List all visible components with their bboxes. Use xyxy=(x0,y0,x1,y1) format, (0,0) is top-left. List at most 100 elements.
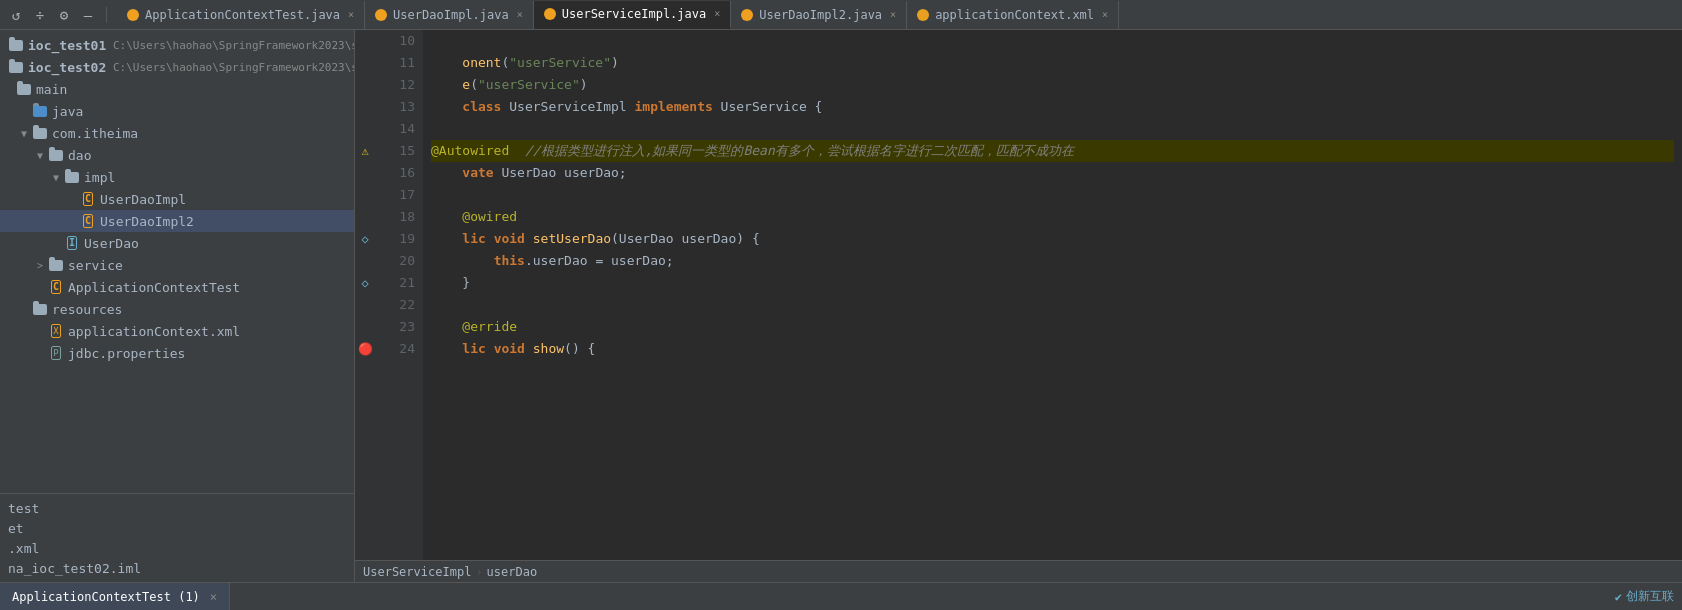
breadcrumb-item[interactable]: UserServiceImpl xyxy=(363,565,471,579)
sidebar-tree-item[interactable]: java xyxy=(0,100,354,122)
line-number: 18 xyxy=(375,206,415,228)
gutter-cell xyxy=(355,30,375,52)
code-line xyxy=(431,30,1674,52)
xml-file-icon xyxy=(917,9,929,21)
gutter-cell xyxy=(355,294,375,316)
sidebar-project-item[interactable]: ioc_test02 C:\Users\haohao\SpringFramewo… xyxy=(0,56,354,78)
tree-item-label: UserDao xyxy=(84,236,139,251)
line-number: 10 xyxy=(375,30,415,52)
token-annotation: @Autowired xyxy=(431,143,509,158)
tree-item-label: UserDaoImpl2 xyxy=(100,214,194,229)
token-kw: lic xyxy=(431,231,486,246)
sidebar-tree-item[interactable]: ▼impl xyxy=(0,166,354,188)
sidebar-tree-item[interactable]: XapplicationContext.xml xyxy=(0,320,354,342)
tab-close-button[interactable]: × xyxy=(890,9,896,20)
bottom-label: et xyxy=(8,521,24,536)
tab-close-button[interactable]: × xyxy=(1102,9,1108,20)
project-path: C:\Users\haohao\SpringFramework2023\s xyxy=(106,39,354,52)
line-number: 11 xyxy=(375,52,415,74)
token-normal xyxy=(525,231,533,246)
folder-icon xyxy=(8,38,24,52)
token-normal: ) xyxy=(580,77,588,92)
sidebar-tree-item[interactable]: CUserDaoImpl xyxy=(0,188,354,210)
token-normal xyxy=(431,99,462,114)
gutter-col: ⚠◇◇🔴 xyxy=(355,30,375,560)
line-number: 20 xyxy=(375,250,415,272)
token-annotation: @owired xyxy=(431,209,517,224)
token-normal: UserServiceImpl xyxy=(501,99,634,114)
java-file-icon xyxy=(741,9,753,21)
sidebar-tree-item[interactable]: CUserDaoImpl2 xyxy=(0,210,354,232)
sidebar-bottom-item: test xyxy=(8,498,346,518)
token-normal xyxy=(525,341,533,356)
java-file-icon xyxy=(375,9,387,21)
line-number: 15 xyxy=(375,140,415,162)
split-icon[interactable]: ÷ xyxy=(32,7,48,23)
tab-close-button[interactable]: × xyxy=(714,8,720,19)
code-line: lic void setUserDao(UserDao userDao) { xyxy=(431,228,1674,250)
token-str: "userService" xyxy=(478,77,580,92)
bottom-tab-close[interactable]: × xyxy=(210,590,217,604)
sidebar-tree-item[interactable]: main xyxy=(0,78,354,100)
sidebar-tree-item[interactable]: ▼com.itheima xyxy=(0,122,354,144)
tab-tab-userserviceimpl[interactable]: UserServiceImpl.java × xyxy=(534,1,732,29)
sidebar-bottom: test et .xml na_ioc_test02.iml xyxy=(0,493,354,582)
bottom-label: .xml xyxy=(8,541,39,556)
token-kw: class xyxy=(462,99,501,114)
sidebar-project-item[interactable]: ioc_test01 C:\Users\haohao\SpringFramewo… xyxy=(0,34,354,56)
token-normal: ) xyxy=(611,55,619,70)
java-icon: C xyxy=(48,280,64,294)
watermark-icon: ✔ xyxy=(1615,590,1622,604)
token-kw: this xyxy=(494,253,525,268)
minimize-icon[interactable]: — xyxy=(80,7,96,23)
sidebar-tree-item[interactable]: resources xyxy=(0,298,354,320)
tabs-bar: ApplicationContextTest.java×UserDaoImpl.… xyxy=(117,1,1674,29)
token-kw: void xyxy=(494,231,525,246)
tab-label: UserDaoImpl.java xyxy=(393,8,509,22)
sidebar-tree-item[interactable]: IUserDao xyxy=(0,232,354,254)
code-line: @owired xyxy=(431,206,1674,228)
sidebar-tree-item[interactable]: CApplicationContextTest xyxy=(0,276,354,298)
code-content[interactable]: onent("userService") e("userService") cl… xyxy=(423,30,1682,560)
gutter-cell: 🔴 xyxy=(355,338,375,360)
bottom-tab[interactable]: ApplicationContextTest (1)× xyxy=(0,583,230,610)
token-str: "userService" xyxy=(509,55,611,70)
token-normal: () { xyxy=(564,341,595,356)
watermark: ✔ 创新互联 xyxy=(1615,588,1674,605)
gutter-cell xyxy=(355,52,375,74)
tab-tab-appcontext-xml[interactable]: applicationContext.xml× xyxy=(907,1,1119,29)
folder-icon xyxy=(48,258,64,272)
token-normal xyxy=(486,341,494,356)
token-kw: void xyxy=(494,341,525,356)
tab-tab-userdaoimpl[interactable]: UserDaoImpl.java × xyxy=(365,1,534,29)
breadcrumb-separator: › xyxy=(475,565,482,579)
java-icon: C xyxy=(80,192,96,206)
tab-label: UserServiceImpl.java xyxy=(562,7,707,21)
bottom-right-area: ✔ 创新互联 xyxy=(1615,583,1682,610)
tab-tab-userdaoimpl2[interactable]: UserDaoImpl2.java× xyxy=(731,1,907,29)
tab-tab-appcontexttest[interactable]: ApplicationContextTest.java× xyxy=(117,1,365,29)
gutter-cell xyxy=(355,118,375,140)
token-normal xyxy=(486,231,494,246)
token-method: show xyxy=(533,341,564,356)
tab-close-button[interactable]: × xyxy=(517,9,523,20)
line-number: 23 xyxy=(375,316,415,338)
line-number: 13 xyxy=(375,96,415,118)
sidebar-tree-item[interactable]: >service xyxy=(0,254,354,276)
sidebar-bottom-item: na_ioc_test02.iml xyxy=(8,558,346,578)
sidebar-bottom-item: .xml xyxy=(8,538,346,558)
gear-icon[interactable]: ⚙ xyxy=(56,7,72,23)
token-method: onent xyxy=(462,55,501,70)
breadcrumb-item[interactable]: userDao xyxy=(487,565,538,579)
sidebar-tree-item[interactable]: ▼dao xyxy=(0,144,354,166)
tab-close-button[interactable]: × xyxy=(348,9,354,20)
tree-item-label: service xyxy=(68,258,123,273)
sync-icon[interactable]: ↺ xyxy=(8,7,24,23)
tree-item-label: dao xyxy=(68,148,91,163)
tree-item-label: jdbc.properties xyxy=(68,346,185,361)
token-normal xyxy=(431,253,494,268)
sidebar-tree-item[interactable]: Pjdbc.properties xyxy=(0,342,354,364)
tree-item-label: impl xyxy=(84,170,115,185)
code-line: vate UserDao userDao; xyxy=(431,162,1674,184)
gutter-cell: ⚠ xyxy=(355,140,375,162)
